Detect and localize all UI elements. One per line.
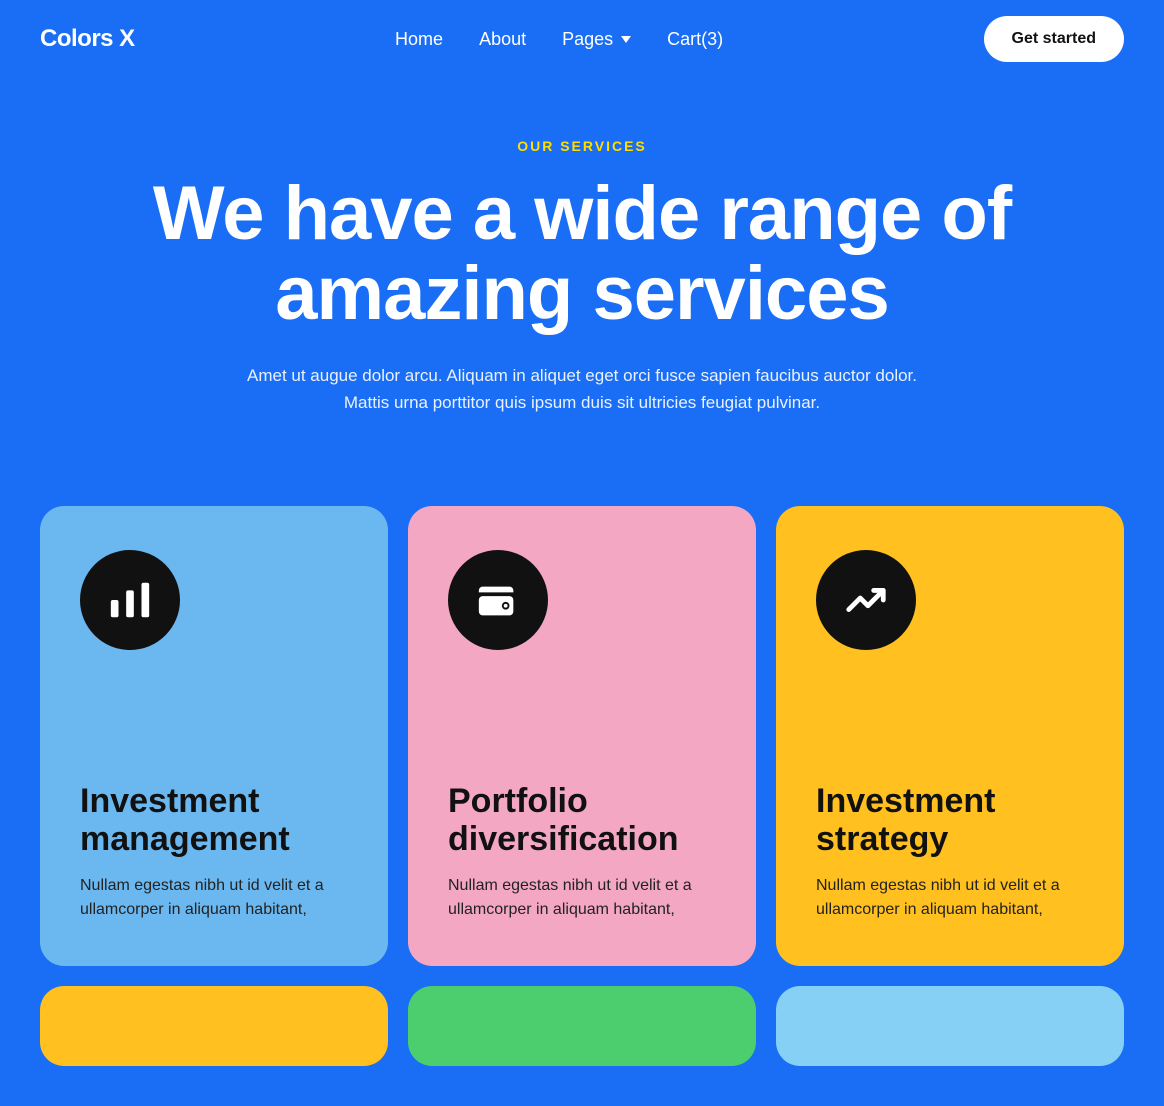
chart-icon-circle: [80, 550, 180, 650]
card-bottom-yellow: [40, 986, 388, 1066]
hero-section: OUR SERVICES We have a wide range of ama…: [0, 78, 1164, 466]
card-1-title: Investment management: [80, 783, 348, 858]
wallet-icon-circle: [448, 550, 548, 650]
card-2-content: Portfolio diversification Nullam egestas…: [448, 783, 716, 922]
wallet-icon: [475, 577, 521, 623]
card-1-content: Investment management Nullam egestas nib…: [80, 783, 348, 922]
card-2-title: Portfolio diversification: [448, 783, 716, 858]
trending-up-icon: [843, 577, 889, 623]
card-1-desc: Nullam egestas nibh ut id velit et a ull…: [80, 874, 348, 922]
card-3-desc: Nullam egestas nibh ut id velit et a ull…: [816, 874, 1084, 922]
card-3-title: Investment strategy: [816, 783, 1084, 858]
card-portfolio-diversification: Portfolio diversification Nullam egestas…: [408, 506, 756, 966]
navbar: Colors X Home About Pages Cart(3) Get st…: [0, 0, 1164, 78]
card-investment-management: Investment management Nullam egestas nib…: [40, 506, 388, 966]
nav-pages[interactable]: Pages: [562, 29, 631, 50]
chevron-down-icon: [621, 36, 631, 43]
cards-grid: Investment management Nullam egestas nib…: [0, 466, 1164, 986]
card-3-content: Investment strategy Nullam egestas nibh …: [816, 783, 1084, 922]
chart-icon: [107, 577, 153, 623]
hero-description: Amet ut augue dolor arcu. Aliquam in ali…: [242, 362, 922, 416]
card-2-desc: Nullam egestas nibh ut id velit et a ull…: [448, 874, 716, 922]
card-bottom-green: [408, 986, 756, 1066]
cards-bottom-grid: [0, 986, 1164, 1106]
card-bottom-lightblue: [776, 986, 1124, 1066]
get-started-button[interactable]: Get started: [984, 16, 1124, 62]
trending-icon-circle: [816, 550, 916, 650]
nav-links: Home About Pages Cart(3): [395, 29, 723, 50]
logo[interactable]: Colors X: [40, 25, 135, 53]
hero-title: We have a wide range of amazing services: [132, 174, 1032, 334]
hero-subtitle: OUR SERVICES: [40, 138, 1124, 154]
nav-pages-label: Pages: [562, 29, 613, 50]
nav-about[interactable]: About: [479, 29, 526, 50]
nav-cart[interactable]: Cart(3): [667, 29, 723, 50]
nav-home[interactable]: Home: [395, 29, 443, 50]
card-investment-strategy: Investment strategy Nullam egestas nibh …: [776, 506, 1124, 966]
